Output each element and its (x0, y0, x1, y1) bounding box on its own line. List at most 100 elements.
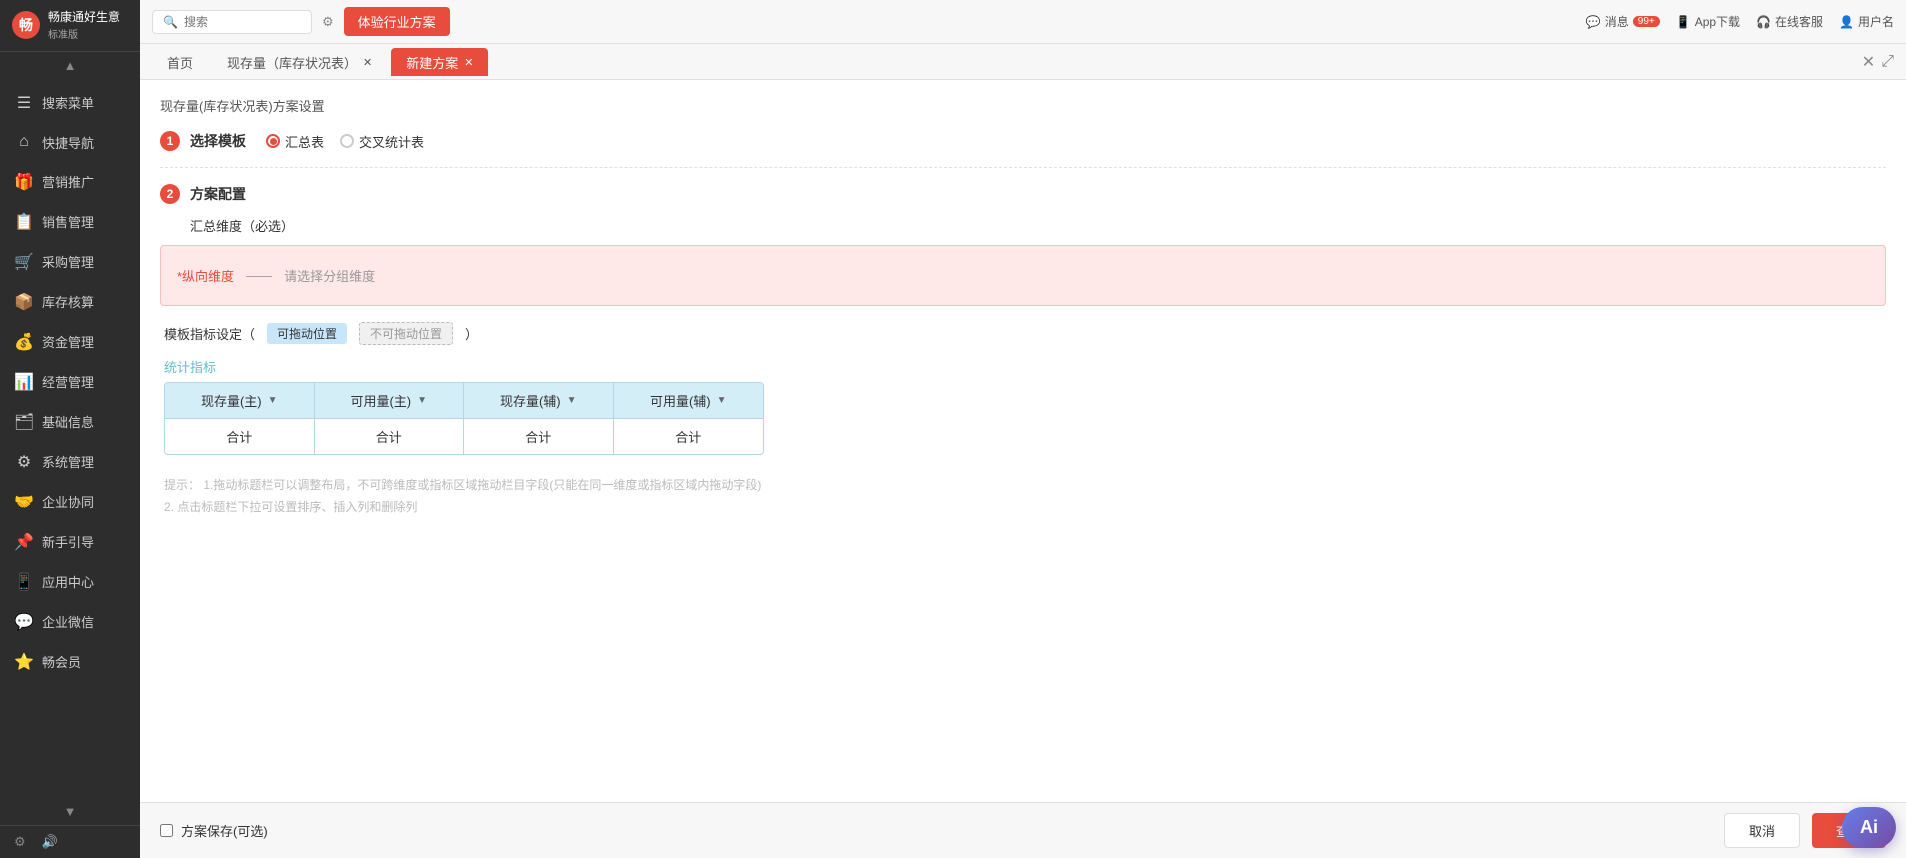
industry-btn[interactable]: 体验行业方案 (344, 7, 450, 36)
sidebar-item-enterprise[interactable]: 🤝 企业协同 (0, 482, 140, 522)
step2-section: 2 方案配置 汇总维度（必选） *纵向维度 —— 请选择分组维度 模板指标设定（ (160, 184, 1886, 518)
radio-summary[interactable]: 汇总表 (266, 132, 324, 151)
ai-floating-button[interactable]: Ai (1842, 807, 1896, 848)
tabs-bar: 首页 现存量（库存状况表） ✕ 新建方案 ✕ ✕ ⤢ (140, 44, 1906, 80)
save-checkbox-label: 方案保存(可选) (181, 821, 268, 840)
tab-inventory-status[interactable]: 现存量（库存状况表） ✕ (212, 48, 387, 76)
app-download-btn[interactable]: 📱 App下载 (1676, 13, 1740, 30)
main-wrapper: 🔍 ⚙ 体验行业方案 💬 消息 99+ 📱 App下载 🎧 在线客服 👤 用户名 (140, 0, 1906, 858)
dimension-row: *纵向维度 —— 请选择分组维度 (177, 266, 1869, 285)
step2-badge: 2 (160, 184, 180, 204)
sidebar-item-label: 采购管理 (42, 252, 94, 271)
dimension-box: *纵向维度 —— 请选择分组维度 (160, 245, 1886, 306)
sidebar-item-label: 库存核算 (42, 292, 94, 311)
page-title: 现存量(库存状况表)方案设置 (160, 96, 1886, 115)
template-radio-group: 汇总表 交叉统计表 (266, 132, 424, 151)
tab-new-scheme-close[interactable]: ✕ (464, 56, 473, 69)
sidebar-item-sales[interactable]: 📋 销售管理 (0, 202, 140, 242)
stats-cell-0: 合计 (165, 419, 315, 454)
scroll-up-btn[interactable]: ▲ (0, 52, 140, 79)
scroll-down-btn[interactable]: ▼ (0, 798, 140, 825)
tab-inventory-close[interactable]: ✕ (363, 56, 372, 69)
home-icon: ⌂ (14, 133, 34, 151)
cancel-button[interactable]: 取消 (1724, 813, 1800, 848)
mobile-icon: 📱 (14, 572, 34, 592)
sidebar-item-member[interactable]: ⭐ 畅会员 (0, 642, 140, 682)
sidebar-item-label: 系统管理 (42, 452, 94, 471)
save-checkbox-input[interactable] (160, 824, 173, 837)
sidebar-item-marketing[interactable]: 🎁 营销推广 (0, 162, 140, 202)
tab-home[interactable]: 首页 (152, 48, 208, 76)
sidebar-item-basic-info[interactable]: 🗂 基础信息 (0, 402, 140, 442)
sidebar-nav: ☰ 搜索菜单 ⌂ 快捷导航 🎁 营销推广 📋 销售管理 🛒 采购管理 📦 库存核… (0, 79, 140, 798)
messages-btn[interactable]: 💬 消息 99+ (1586, 13, 1660, 30)
sidebar: 畅 畅康通好生意 标准版 ▲ ☰ 搜索菜单 ⌂ 快捷导航 🎁 营销推广 📋 销售… (0, 0, 140, 858)
col-header-current-main[interactable]: 现存量(主) ▼ (165, 383, 315, 418)
app-edition: 标准版 (48, 26, 120, 41)
sidebar-item-label: 快捷导航 (42, 133, 94, 152)
sidebar-item-label: 新手引导 (42, 532, 94, 551)
user-name: 用户名 (1858, 13, 1894, 30)
col-header-available-main[interactable]: 可用量(主) ▼ (315, 383, 465, 418)
sales-icon: 📋 (14, 212, 34, 232)
search-box[interactable]: 🔍 (152, 10, 312, 34)
user-icon: 👤 (1839, 15, 1854, 29)
box-icon: 📦 (14, 292, 34, 312)
non-draggable-position-box: 不可拖动位置 (359, 322, 453, 345)
expand-panel-icon[interactable]: ⤢ (1881, 53, 1894, 71)
col-header-available-aux[interactable]: 可用量(辅) ▼ (614, 383, 764, 418)
step2-label: 方案配置 (190, 184, 246, 204)
sidebar-item-new-guide[interactable]: 📌 新手引导 (0, 522, 140, 562)
speaker-icon[interactable]: 🔊 (42, 834, 58, 850)
sidebar-item-quick-nav[interactable]: ⌂ 快捷导航 (0, 123, 140, 162)
online-service-label: 在线客服 (1775, 13, 1823, 30)
online-service-btn[interactable]: 🎧 在线客服 (1756, 13, 1823, 30)
gift-icon: 🎁 (14, 172, 34, 192)
col-header-label-available-main: 可用量(主) (350, 391, 411, 410)
settings-icon[interactable]: ⚙ (14, 834, 26, 850)
handshake-icon: 🤝 (14, 492, 34, 512)
footer-bar: 方案保存(可选) 取消 查询 (140, 802, 1906, 858)
dimension-dash: —— (246, 268, 272, 283)
col-header-current-aux[interactable]: 现存量(辅) ▼ (464, 383, 614, 418)
messages-label: 消息 (1605, 13, 1629, 30)
sidebar-item-inventory[interactable]: 📦 库存核算 (0, 282, 140, 322)
stats-table-header: 现存量(主) ▼ 可用量(主) ▼ 现存量(辅) ▼ (165, 383, 763, 418)
sidebar-item-purchase[interactable]: 🛒 采购管理 (0, 242, 140, 282)
non-draggable-label: 不可拖动位置 (370, 327, 442, 341)
sidebar-item-app-center[interactable]: 📱 应用中心 (0, 562, 140, 602)
tab-home-label: 首页 (167, 53, 193, 72)
dimension-placeholder[interactable]: 请选择分组维度 (284, 266, 375, 285)
save-checkbox[interactable]: 方案保存(可选) (160, 821, 268, 840)
topbar-settings-icon[interactable]: ⚙ (322, 14, 334, 30)
stats-section: 统计指标 现存量(主) ▼ 可用量(主) ▼ (164, 357, 1886, 455)
tip1: 提示： 1.拖动标题栏可以调整布局，不可跨维度或指标区域拖动栏目字段(只能在同一… (164, 475, 1886, 497)
sidebar-item-search-menu[interactable]: ☰ 搜索菜单 (0, 83, 140, 123)
sidebar-item-label: 企业协同 (42, 492, 94, 511)
search-input[interactable] (184, 15, 301, 29)
col-header-label-current-main: 现存量(主) (201, 391, 262, 410)
radio-summary-inner (270, 138, 277, 145)
sidebar-item-system[interactable]: ⚙ 系统管理 (0, 442, 140, 482)
step1-label: 选择模板 (190, 131, 246, 151)
radio-cross[interactable]: 交叉统计表 (340, 132, 424, 151)
close-panel-icon[interactable]: ✕ (1862, 52, 1875, 72)
app-name: 畅康通好生意 (48, 10, 120, 26)
content-area: 现存量(库存状况表)方案设置 1 选择模板 汇总表 (140, 80, 1906, 802)
chevron-down-icon-3: ▼ (717, 395, 727, 406)
user-profile[interactable]: 👤 用户名 (1839, 13, 1894, 30)
sidebar-item-label: 经营管理 (42, 372, 94, 391)
sidebar-item-finance[interactable]: 💰 资金管理 (0, 322, 140, 362)
sidebar-item-operations[interactable]: 📊 经营管理 (0, 362, 140, 402)
star-icon: ⭐ (14, 652, 34, 672)
template-row: 模板指标设定（ 可拖动位置 不可拖动位置 ） (164, 322, 1886, 345)
logo-icon: 畅 (12, 11, 40, 39)
stats-table-row: 合计 合计 合计 合计 (165, 418, 763, 454)
step1-badge: 1 (160, 131, 180, 151)
sidebar-item-enterprise-wechat[interactable]: 💬 企业微信 (0, 602, 140, 642)
col-header-label-available-aux: 可用量(辅) (650, 391, 711, 410)
folder-icon: 🗂 (14, 412, 34, 432)
radio-summary-label: 汇总表 (285, 132, 324, 151)
tab-new-scheme[interactable]: 新建方案 ✕ (391, 48, 488, 76)
cart-icon: 🛒 (14, 252, 34, 272)
